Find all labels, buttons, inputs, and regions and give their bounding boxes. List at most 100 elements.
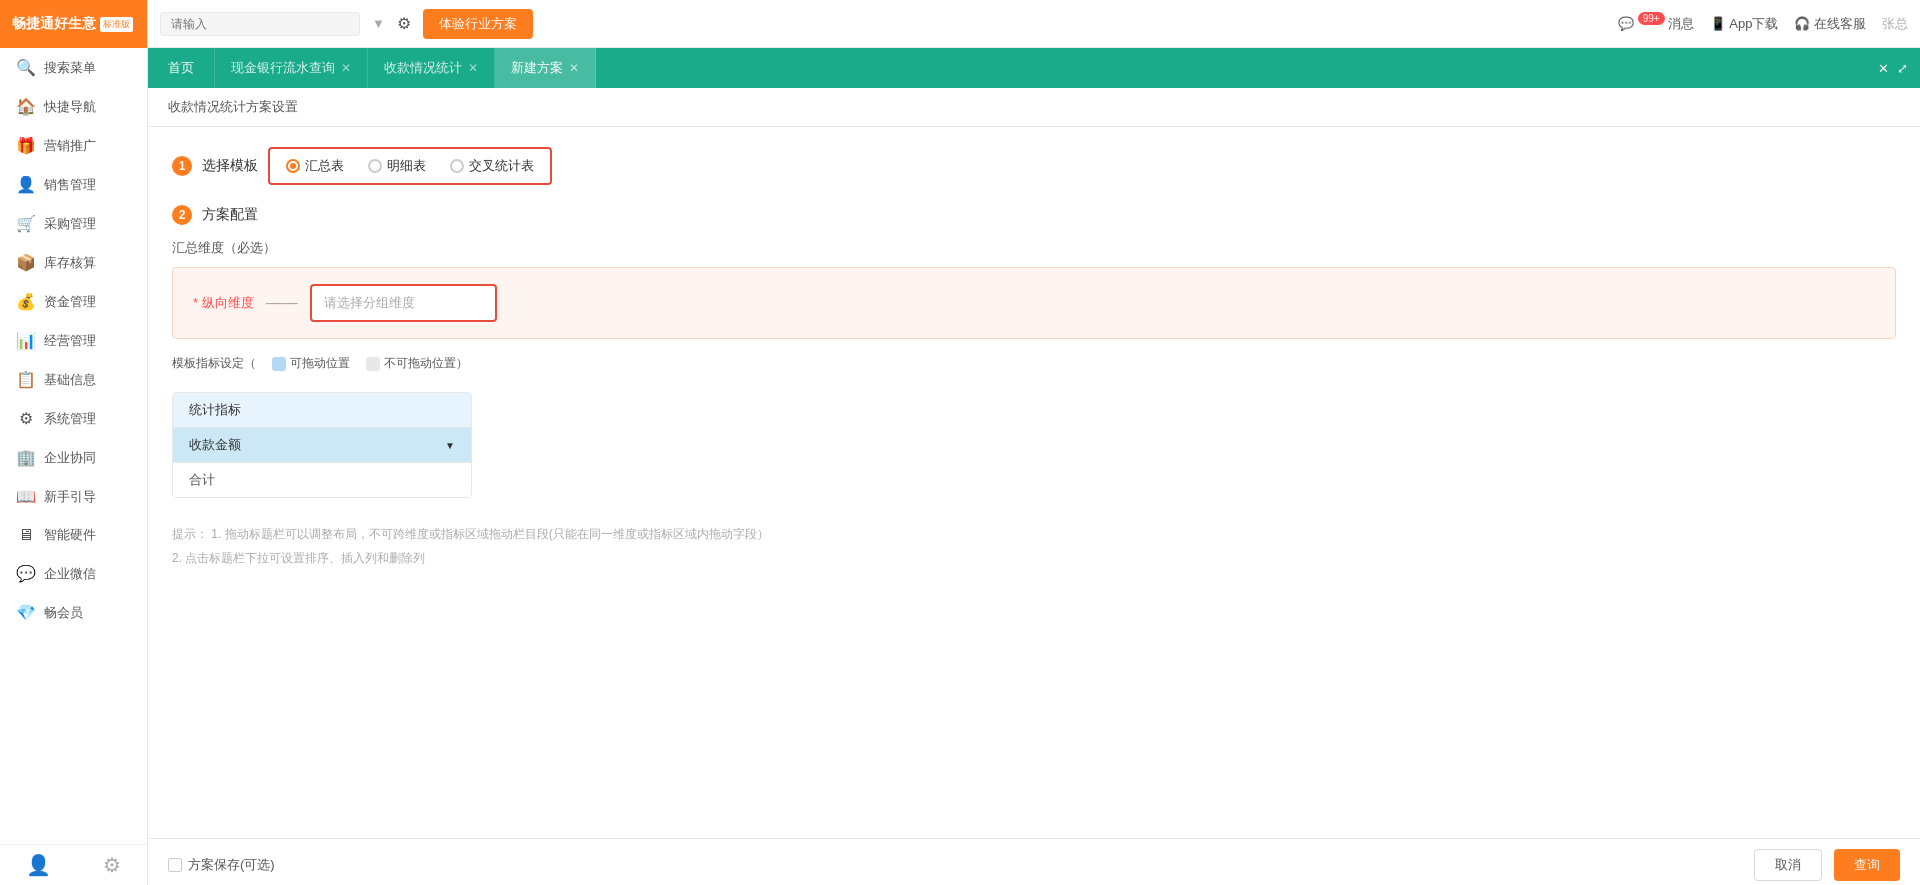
metrics-col1[interactable]: 收款金额 ▼ xyxy=(173,428,471,463)
close-window-icon[interactable]: ✕ xyxy=(1878,61,1889,76)
monitor-icon: 🖥 xyxy=(16,526,36,544)
col1-chevron-icon: ▼ xyxy=(445,440,455,451)
radio-circle-detail xyxy=(368,159,382,173)
money-icon: 💰 xyxy=(16,292,36,311)
sidebar-item-label: 采购管理 xyxy=(44,215,96,233)
drag-able-dot xyxy=(272,357,286,371)
sidebar-item-label: 畅会员 xyxy=(44,604,83,622)
step2-badge: 2 xyxy=(172,205,192,225)
cancel-button[interactable]: 取消 xyxy=(1754,849,1822,881)
query-button[interactable]: 查询 xyxy=(1834,849,1900,881)
expand-icon[interactable]: ⤢ xyxy=(1897,61,1908,76)
sidebar-item-weixin[interactable]: 💬 企业微信 xyxy=(0,554,147,593)
sidebar-item-label: 经营管理 xyxy=(44,332,96,350)
badge-count: 99+ xyxy=(1638,12,1665,25)
sidebar-item-basic-info[interactable]: 📋 基础信息 xyxy=(0,360,147,399)
tab-receipt-stat[interactable]: 收款情况统计 ✕ xyxy=(368,48,495,88)
sidebar-item-purchase[interactable]: 🛒 采购管理 xyxy=(0,204,147,243)
dimension-section: 汇总维度（必选） * 纵向维度 —— 请选择分组维度 xyxy=(172,239,1896,498)
chart-icon: 📊 xyxy=(16,331,36,350)
tabbar-right: ✕ ⤢ xyxy=(1878,61,1920,76)
sidebar-item-label: 库存核算 xyxy=(44,254,96,272)
sidebar-item-label: 销售管理 xyxy=(44,176,96,194)
step1-header: 1 选择模板 汇总表 明细表 xyxy=(172,147,1896,185)
sidebar-item-management[interactable]: 📊 经营管理 xyxy=(0,321,147,360)
sidebar-bottom: 👤 ⚙ xyxy=(0,844,147,885)
content-area: 收款情况统计方案设置 1 选择模板 汇总表 xyxy=(148,88,1920,885)
tip-1: 提示： 1. 拖动标题栏可以调整布局，不可跨维度或指标区域拖动栏目段(只能在同一… xyxy=(172,522,1896,546)
industry-btn[interactable]: 体验行业方案 xyxy=(423,9,533,39)
not-drag-indicator: 不可拖动位置） xyxy=(366,355,468,372)
gift-icon: 🎁 xyxy=(16,136,36,155)
topbar: ▼ ⚙ 体验行业方案 💬 99+ 消息 📱 App下载 🎧 在线客服 张总 xyxy=(148,0,1920,48)
tabbar: 首页 现金银行流水查询 ✕ 收款情况统计 ✕ 新建方案 ✕ ✕ ⤢ xyxy=(148,48,1920,88)
arrow-icon: —— xyxy=(266,294,298,312)
step2-header: 2 方案配置 xyxy=(172,205,1896,225)
step1-section: 1 选择模板 汇总表 明细表 xyxy=(172,147,1896,185)
tab-home[interactable]: 首页 xyxy=(148,48,215,88)
user-icon: 👤 xyxy=(16,175,36,194)
not-drag-dot xyxy=(366,357,380,371)
bottom-buttons: 取消 查询 xyxy=(1754,849,1900,881)
radio-summary[interactable]: 汇总表 xyxy=(286,157,344,175)
save-option[interactable]: 方案保存(可选) xyxy=(168,856,275,874)
step1-title: 选择模板 xyxy=(202,157,258,175)
sidebar-item-guide[interactable]: 📖 新手引导 xyxy=(0,477,147,516)
message-area[interactable]: 💬 99+ 消息 xyxy=(1618,15,1694,33)
sidebar-bottom-avatar[interactable]: 👤 xyxy=(26,853,51,877)
radio-cross[interactable]: 交叉统计表 xyxy=(450,157,534,175)
dimension-title: 汇总维度（必选） xyxy=(172,239,1896,257)
building-icon: 🏢 xyxy=(16,448,36,467)
clipboard-icon: 📋 xyxy=(16,370,36,389)
sidebar-item-label: 系统管理 xyxy=(44,410,96,428)
tab-new-plan[interactable]: 新建方案 ✕ xyxy=(495,48,596,88)
service-area[interactable]: 🎧 在线客服 xyxy=(1794,15,1866,33)
tab-cash-query-close[interactable]: ✕ xyxy=(341,61,351,75)
save-checkbox[interactable] xyxy=(168,858,182,872)
tab-receipt-stat-close[interactable]: ✕ xyxy=(468,61,478,75)
settings-icon: ⚙ xyxy=(16,409,36,428)
tab-new-plan-close[interactable]: ✕ xyxy=(569,61,579,75)
sidebar-item-capital[interactable]: 💰 资金管理 xyxy=(0,282,147,321)
sidebar-item-sales[interactable]: 👤 销售管理 xyxy=(0,165,147,204)
sidebar-item-quick-nav[interactable]: 🏠 快捷导航 xyxy=(0,87,147,126)
drag-able-indicator: 可拖动位置 xyxy=(272,355,350,372)
sidebar-item-system[interactable]: ⚙ 系统管理 xyxy=(0,399,147,438)
gear-icon[interactable]: ⚙ xyxy=(397,14,411,33)
form-area: 1 选择模板 汇总表 明细表 xyxy=(148,127,1920,838)
radio-circle-summary xyxy=(286,159,300,173)
sidebar-bottom-settings[interactable]: ⚙ xyxy=(103,853,121,877)
tab-cash-query[interactable]: 现金银行流水查询 ✕ xyxy=(215,48,368,88)
bottom-bar: 方案保存(可选) 取消 查询 xyxy=(148,838,1920,885)
sidebar-item-search-menu[interactable]: 🔍 搜索菜单 xyxy=(0,48,147,87)
box-icon: 📦 xyxy=(16,253,36,272)
sidebar-item-inventory[interactable]: 📦 库存核算 xyxy=(0,243,147,282)
search-menu-icon: 🔍 xyxy=(16,58,36,77)
tip-2: 2. 点击标题栏下拉可设置排序、插入列和删除列 xyxy=(172,546,1896,570)
download-area[interactable]: 📱 App下载 xyxy=(1710,15,1778,33)
radio-circle-cross xyxy=(450,159,464,173)
sidebar-item-marketing[interactable]: 🎁 营销推广 xyxy=(0,126,147,165)
group-dimension-select[interactable]: 请选择分组维度 xyxy=(310,284,497,322)
sidebar-item-smart-hw[interactable]: 🖥 智能硬件 xyxy=(0,516,147,554)
book-icon: 📖 xyxy=(16,487,36,506)
sidebar-item-enterprise[interactable]: 🏢 企业协同 xyxy=(0,438,147,477)
sidebar: 畅捷通好生意 标准版 🔍 搜索菜单 🏠 快捷导航 🎁 营销推广 👤 销售管理 🛒… xyxy=(0,0,148,885)
step2-section: 2 方案配置 汇总维度（必选） * 纵向维度 —— xyxy=(172,205,1896,570)
radio-detail[interactable]: 明细表 xyxy=(368,157,426,175)
home-icon: 🏠 xyxy=(16,97,36,116)
logo-badge: 标准版 xyxy=(100,17,133,32)
sidebar-item-label: 资金管理 xyxy=(44,293,96,311)
logo-text: 畅捷通好生意 xyxy=(12,15,96,33)
dimension-box: * 纵向维度 —— 请选择分组维度 xyxy=(172,267,1896,339)
cart-icon: 🛒 xyxy=(16,214,36,233)
sidebar-item-member[interactable]: 💎 畅会员 xyxy=(0,593,147,632)
search-input[interactable] xyxy=(160,12,360,36)
required-mark: * 纵向维度 xyxy=(193,294,254,312)
sidebar-item-label: 搜索菜单 xyxy=(44,59,96,77)
template-options: 汇总表 明细表 交叉统计表 xyxy=(268,147,552,185)
user-label[interactable]: 张总 xyxy=(1882,15,1908,33)
page-title: 收款情况统计方案设置 xyxy=(168,99,298,114)
metrics-label: 模板指标设定（ 可拖动位置 不可拖动位置） xyxy=(172,355,1896,372)
diamond-icon: 💎 xyxy=(16,603,36,622)
